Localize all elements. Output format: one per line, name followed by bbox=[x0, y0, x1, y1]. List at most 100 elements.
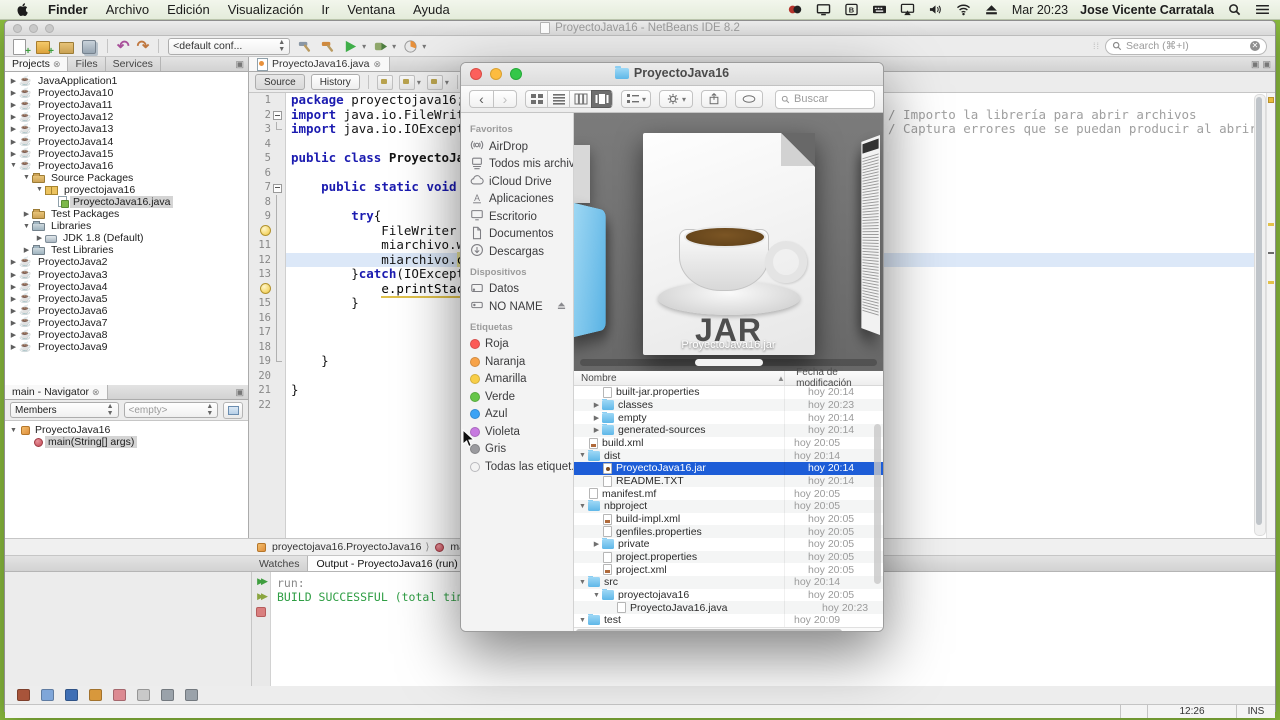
menu-ventana[interactable]: Ventana bbox=[347, 2, 395, 17]
menu-ir[interactable]: Ir bbox=[321, 2, 329, 17]
menu-archivo[interactable]: Archivo bbox=[106, 2, 149, 17]
eject-icon[interactable] bbox=[557, 301, 573, 313]
file-row[interactable]: README.TXT hoy 20:14 bbox=[574, 474, 883, 488]
frame-icon[interactable] bbox=[41, 689, 54, 701]
debug-dropdown-arrow[interactable]: ▾ bbox=[392, 42, 396, 51]
key-binding-alt-icon[interactable] bbox=[185, 689, 198, 701]
volume-icon[interactable] bbox=[928, 3, 944, 17]
coverflow-folder-item[interactable] bbox=[574, 201, 606, 339]
editor-scrollbar[interactable] bbox=[1254, 94, 1266, 536]
disclosure-open-icon[interactable]: ▼ bbox=[8, 162, 19, 169]
minimize-panel-icon[interactable]: ▣ bbox=[235, 387, 244, 398]
file-row[interactable]: build.xml hoy 20:05 bbox=[574, 437, 883, 450]
disclosure-closed-icon[interactable]: ▶ bbox=[8, 295, 19, 303]
sidebar-item-verde[interactable]: Verde bbox=[461, 388, 573, 406]
lock-icon[interactable] bbox=[89, 689, 102, 701]
sidebar-item-airdrop[interactable]: AirDrop bbox=[461, 138, 573, 156]
airplay-icon[interactable] bbox=[900, 3, 916, 17]
file-row[interactable]: ProyectoJava16.java hoy 20:23 bbox=[574, 601, 883, 615]
file-row[interactable]: ▼ nbproject hoy 20:05 bbox=[574, 500, 883, 513]
error-stripe[interactable] bbox=[1266, 93, 1275, 538]
project-tree-item[interactable]: ▶ ☕ ProyectoJava2 bbox=[5, 256, 248, 268]
ide-search-field[interactable]: Search (⌘+I) ✕ bbox=[1105, 37, 1267, 55]
jar-file-preview[interactable]: JAR bbox=[642, 133, 815, 355]
open-project-button[interactable] bbox=[59, 39, 75, 54]
rerun-with-args-icon[interactable]: ▶▶ bbox=[257, 592, 268, 601]
fold-marker[interactable] bbox=[271, 122, 284, 137]
disclosure-closed-icon[interactable]: ▶ bbox=[8, 77, 19, 85]
disclosure-closed-icon[interactable]: ▶ bbox=[8, 331, 19, 339]
coverflow-preview[interactable]: JAR ProyectoJava16.jar bbox=[574, 113, 883, 371]
redo-button[interactable]: ↷ bbox=[137, 39, 150, 54]
back-button[interactable]: ‹ bbox=[469, 90, 493, 108]
project-tree-item[interactable]: ▼ Source Packages bbox=[5, 172, 248, 184]
disclosure-open-icon[interactable]: ▼ bbox=[577, 579, 588, 586]
sidebar-item-violeta[interactable]: Violeta bbox=[461, 423, 573, 441]
share-button[interactable] bbox=[701, 90, 727, 108]
profile-project-button[interactable] bbox=[403, 39, 419, 54]
navigator-filter-dropdown[interactable]: Members ▲ ▼ bbox=[10, 402, 119, 418]
disclosure-closed-icon[interactable]: ▶ bbox=[8, 283, 19, 291]
sidebar-item-azul[interactable]: Azul bbox=[461, 406, 573, 424]
project-tree-item[interactable]: ▶ ☕ ProyectoJava8 bbox=[5, 329, 248, 341]
file-row[interactable]: ▶ empty hoy 20:14 bbox=[574, 411, 883, 424]
fold-marker[interactable] bbox=[271, 354, 284, 369]
clear-search-icon[interactable]: ✕ bbox=[1250, 41, 1260, 51]
close-icon[interactable]: ⊗ bbox=[92, 387, 100, 398]
tab-proyectojava16-java[interactable]: ProyectoJava16.java ⊗ bbox=[249, 57, 391, 71]
menu-clock[interactable]: Mar 20:23 bbox=[1012, 3, 1068, 17]
project-tree-item[interactable]: ▶ ☕ ProyectoJava6 bbox=[5, 305, 248, 317]
maximize-editor-icon[interactable]: ▣ bbox=[1262, 59, 1271, 70]
clean-build-project-button[interactable] bbox=[320, 39, 336, 54]
sidebar-item-todos-mis-archivos[interactable]: Todos mis archivos bbox=[461, 156, 573, 174]
key-binding-icon[interactable] bbox=[161, 689, 174, 701]
project-tree-item[interactable]: ▶ Test Packages bbox=[5, 208, 248, 220]
finder-search-field[interactable]: Buscar bbox=[775, 89, 875, 109]
project-tree-item[interactable]: ▶ ☕ ProyectoJava4 bbox=[5, 281, 248, 293]
close-icon[interactable]: ⊗ bbox=[373, 59, 381, 70]
disclosure-open-icon[interactable]: ▼ bbox=[577, 452, 588, 459]
coverflow-readme-item[interactable] bbox=[861, 135, 880, 335]
file-row[interactable]: ▶ generated-sources hoy 20:14 bbox=[574, 424, 883, 437]
netbeans-titlebar[interactable]: ProyectoJava16 - NetBeans IDE 8.2 bbox=[5, 21, 1275, 36]
list-view-button[interactable] bbox=[547, 90, 569, 108]
navigator-tree-item[interactable]: ▼ ProyectoJava16 bbox=[5, 424, 248, 436]
list-horizontal-scrollbar[interactable] bbox=[574, 627, 883, 631]
column-name[interactable]: Nombre bbox=[574, 373, 777, 384]
run-basket-icon[interactable] bbox=[17, 689, 30, 701]
fold-marker[interactable] bbox=[271, 108, 284, 123]
disclosure-closed-icon[interactable]: ▶ bbox=[21, 246, 32, 254]
file-row[interactable]: ProyectoJava16.jar hoy 20:14 bbox=[574, 462, 883, 475]
disclosure-closed-icon[interactable]: ▶ bbox=[34, 234, 45, 242]
menu-user[interactable]: Jose Vicente Carratala bbox=[1080, 3, 1214, 17]
boot-camp-icon[interactable]: B bbox=[844, 3, 860, 17]
menu-finder[interactable]: Finder bbox=[48, 2, 88, 17]
debug-project-button[interactable] bbox=[373, 39, 389, 54]
disclosure-closed-icon[interactable]: ▶ bbox=[21, 210, 32, 218]
action-gear-button[interactable]: ▾ bbox=[659, 90, 693, 108]
column-view-button[interactable] bbox=[569, 90, 591, 108]
sidebar-item-roja[interactable]: Roja bbox=[461, 336, 573, 354]
file-row[interactable]: ▼ proyectojava16 hoy 20:05 bbox=[574, 589, 883, 602]
minimize-panel-icon[interactable]: ▣ bbox=[235, 59, 244, 70]
build-project-button[interactable] bbox=[297, 39, 313, 54]
warning-bulb-icon[interactable] bbox=[249, 283, 271, 295]
project-tree-item[interactable]: ▶ ☕ JavaApplication1 bbox=[5, 75, 248, 87]
navigator-sort-button[interactable] bbox=[223, 401, 243, 419]
disclosure-open-icon[interactable]: ▼ bbox=[577, 503, 588, 510]
sidebar-item-no-name[interactable]: NO NAME bbox=[461, 298, 573, 316]
fold-marker[interactable] bbox=[271, 238, 284, 253]
sidebar-item-gris[interactable]: Gris bbox=[461, 441, 573, 459]
disclosure-closed-icon[interactable]: ▶ bbox=[8, 150, 19, 158]
file-row[interactable]: project.properties hoy 20:05 bbox=[574, 550, 883, 564]
sidebar-item-documentos[interactable]: Documentos bbox=[461, 226, 573, 244]
tab-projects[interactable]: Projects ⊗ bbox=[5, 57, 69, 71]
keyboard-icon[interactable] bbox=[872, 3, 888, 17]
project-tree-item[interactable]: ▼ Libraries bbox=[5, 220, 248, 232]
sidebar-item-escritorio[interactable]: Escritorio bbox=[461, 208, 573, 226]
close-icon[interactable]: ⊗ bbox=[53, 59, 61, 70]
fold-marker[interactable] bbox=[271, 252, 284, 268]
list-header[interactable]: Nombre ▲ Fecha de modificación bbox=[574, 367, 883, 389]
disclosure-open-icon[interactable]: ▼ bbox=[21, 174, 32, 181]
list-vertical-scrollbar[interactable] bbox=[874, 424, 881, 584]
